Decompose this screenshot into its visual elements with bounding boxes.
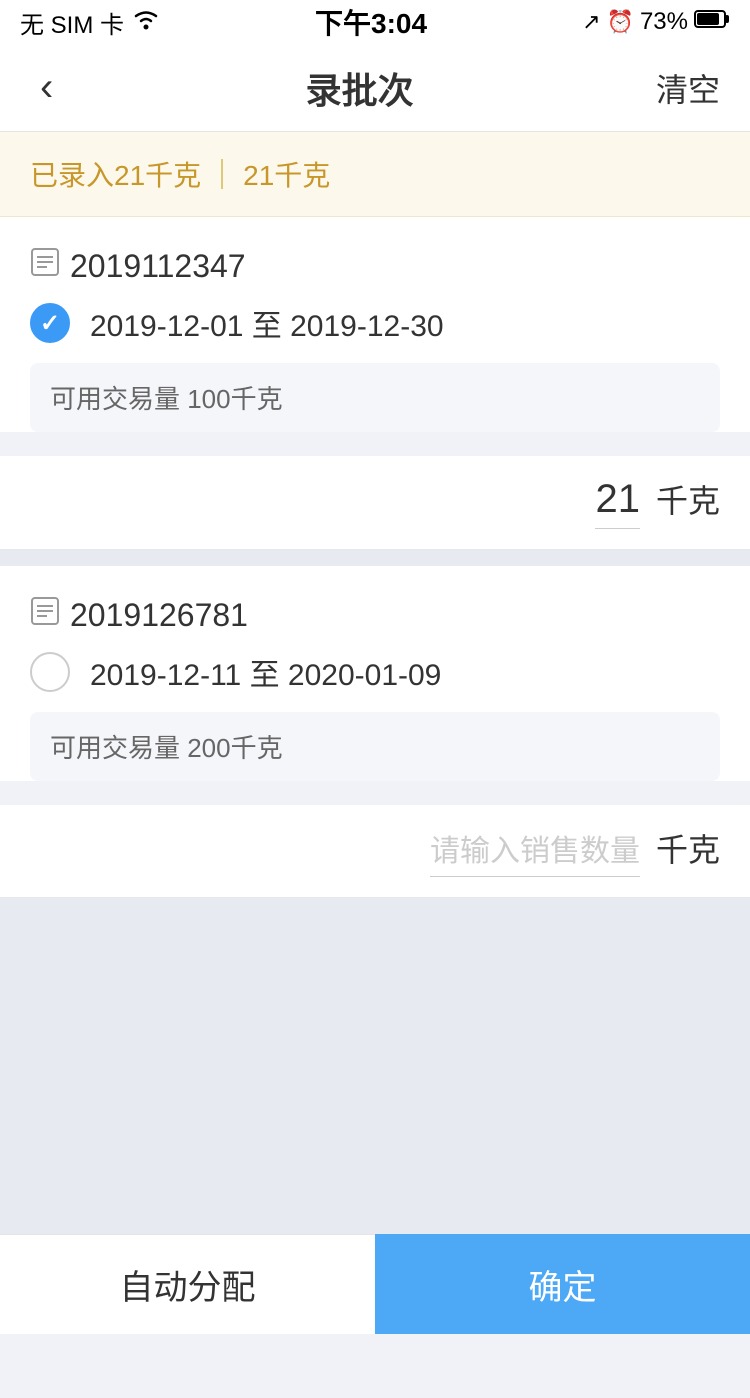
batch-item-1: 2019112347 ✓ 2019-12-01 至 2019-12-30 可用交…	[0, 217, 750, 432]
quantity-placeholder-2: 请输入销售数量	[430, 835, 640, 868]
batch-doc-icon-1	[30, 247, 60, 285]
status-time: 下午3:04	[315, 2, 427, 42]
confirm-button[interactable]: 确定	[375, 1234, 750, 1334]
location-icon: ↗	[582, 9, 600, 35]
alarm-icon: ⏰	[607, 9, 634, 35]
info-divider	[221, 159, 223, 189]
available-text-2: 可用交易量 200千克	[50, 733, 283, 763]
page-title: 录批次	[306, 62, 414, 114]
main-content: 已录入21千克 21千克 2019112347 ✓ 2019-12-01 至 2…	[0, 132, 750, 1398]
batch-date-row-2[interactable]: 2019-12-11 至 2020-01-09	[30, 650, 720, 694]
back-button[interactable]: ‹	[30, 55, 63, 120]
batch-date-1: 2019-12-01 至 2019-12-30	[90, 301, 444, 345]
battery-percent: 73%	[640, 8, 688, 36]
check-icon-1: ✓	[40, 309, 60, 338]
batch-id-2: 2019126781	[70, 597, 248, 634]
batch-doc-icon-2	[30, 596, 60, 634]
status-bar: 无 SIM 卡 下午3:04 ↗ ⏰ 73%	[0, 0, 750, 44]
batch-id-row-2: 2019126781	[30, 596, 720, 634]
batch-date-2: 2019-12-11 至 2020-01-09	[90, 650, 441, 694]
status-right: ↗ ⏰ 73%	[582, 8, 730, 36]
clear-button[interactable]: 清空	[656, 65, 720, 111]
info-recorded-label: 已录入21千克	[30, 154, 201, 194]
amount-value-1[interactable]: 21	[595, 477, 640, 529]
no-sim-text: 无 SIM 卡	[20, 5, 124, 40]
input-row-2: 请输入销售数量 千克	[0, 805, 750, 898]
section-separator	[0, 550, 750, 566]
amount-row-1: 21 千克	[0, 456, 750, 550]
auto-distribute-button[interactable]: 自动分配	[0, 1234, 375, 1334]
radio-unchecked-2[interactable]	[30, 652, 70, 692]
quantity-input-2[interactable]: 请输入销售数量	[430, 826, 640, 877]
amount-unit-1: 千克	[656, 476, 720, 522]
confirm-label: 确定	[529, 1260, 597, 1309]
nav-bar: ‹ 录批次 清空	[0, 44, 750, 132]
batch-item-2: 2019126781 2019-12-11 至 2020-01-09 可用交易量…	[0, 566, 750, 781]
status-left: 无 SIM 卡	[20, 5, 160, 40]
available-row-2: 可用交易量 200千克	[30, 712, 720, 781]
auto-distribute-label: 自动分配	[120, 1260, 256, 1309]
input-unit-2: 千克	[656, 825, 720, 871]
info-value: 21千克	[243, 154, 330, 194]
wifi-icon	[132, 8, 160, 37]
info-banner: 已录入21千克 21千克	[0, 132, 750, 217]
batch-id-1: 2019112347	[70, 248, 246, 285]
bottom-bar: 自动分配 确定	[0, 1234, 750, 1334]
batch-id-row-1: 2019112347	[30, 247, 720, 285]
available-text-1: 可用交易量 100千克	[50, 384, 283, 414]
battery-icon	[694, 8, 730, 36]
batch-date-row-1[interactable]: ✓ 2019-12-01 至 2019-12-30	[30, 301, 720, 345]
available-row-1: 可用交易量 100千克	[30, 363, 720, 432]
radio-checked-1[interactable]: ✓	[30, 303, 70, 343]
